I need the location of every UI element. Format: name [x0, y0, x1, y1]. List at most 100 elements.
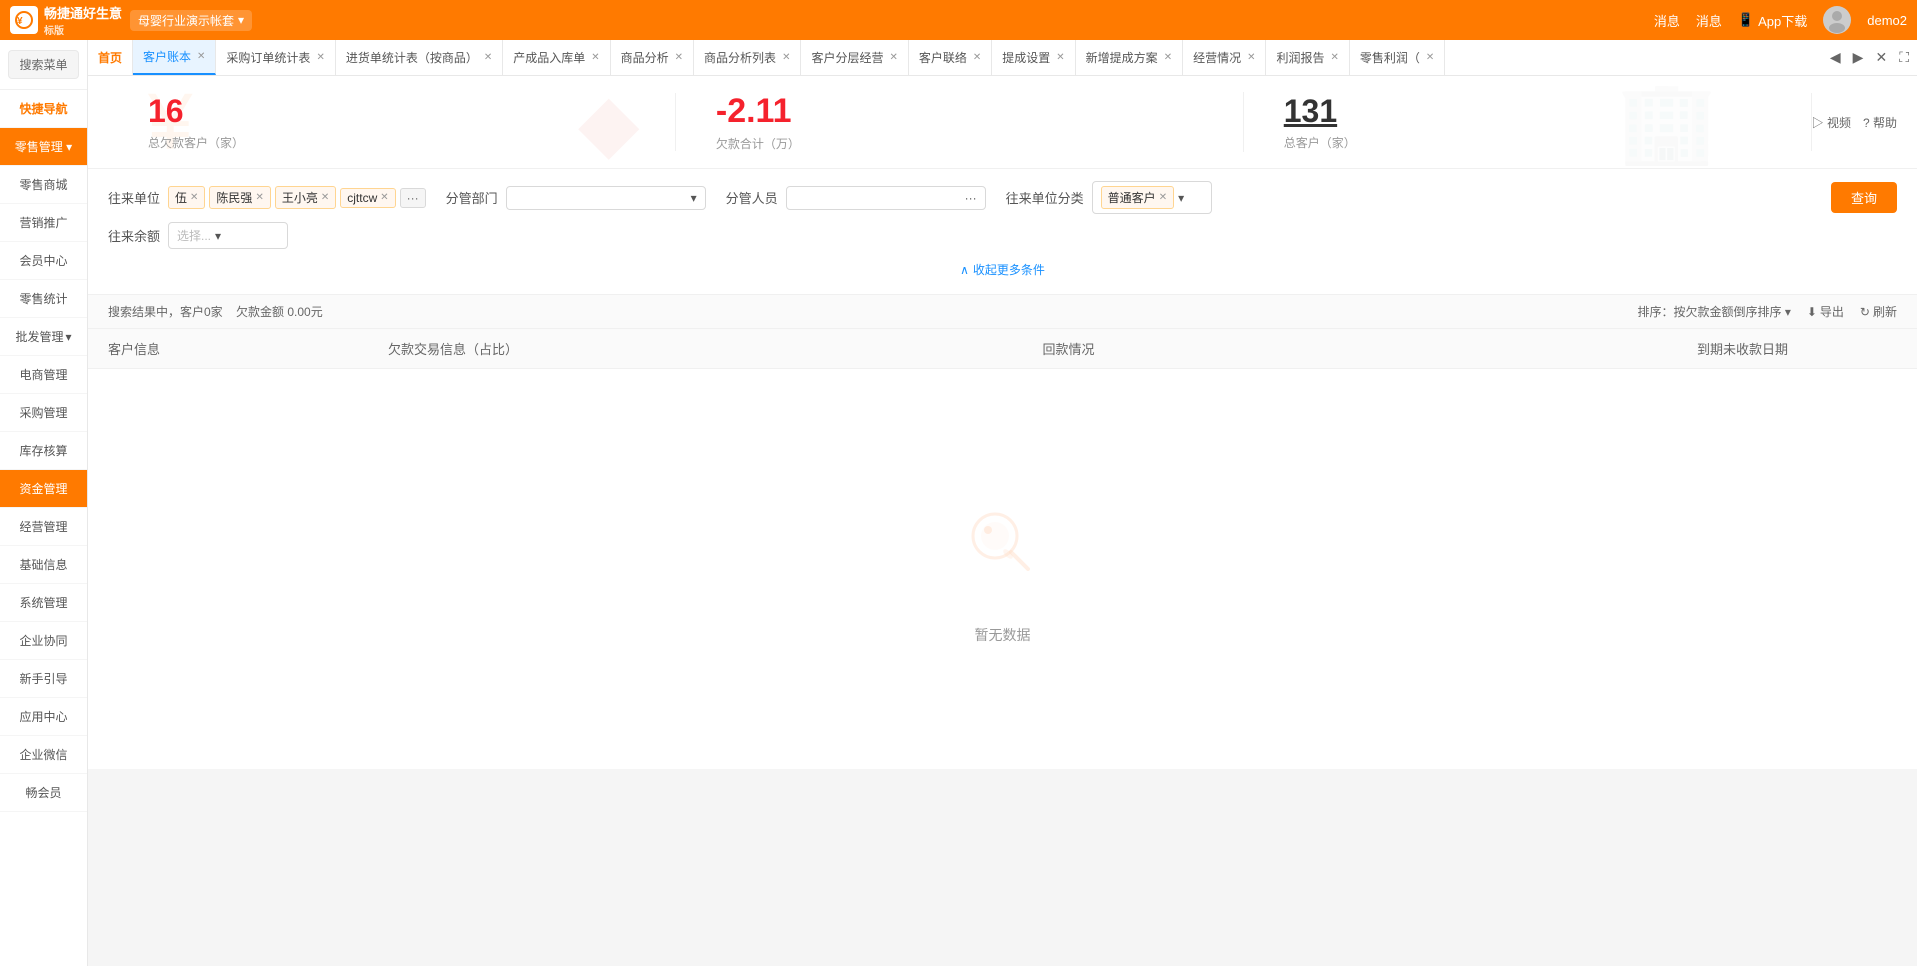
account-selector[interactable]: 母婴行业演示帐套 ▾ [130, 10, 252, 31]
sidebar-item-member[interactable]: 会员中心 [0, 242, 87, 280]
remove-tag-cjttcw[interactable]: ✕ [380, 192, 388, 203]
sidebar-item-operations[interactable]: 经营管理 [0, 508, 87, 546]
tab-expand-btn[interactable]: ⛶ [1895, 47, 1913, 68]
tab-stock-stats[interactable]: 进货单统计表（按商品） ✕ [336, 40, 503, 75]
tab-close-improve[interactable]: ✕ [1056, 52, 1064, 63]
tab-goods-analysis-list[interactable]: 商品分析列表 ✕ [694, 40, 801, 75]
unit-tag-wu: 伍 ✕ [168, 186, 205, 209]
stat-customers-count: 16 [148, 93, 244, 130]
tab-close-accounts[interactable]: ✕ [197, 51, 205, 62]
query-button[interactable]: 查询 [1831, 182, 1897, 213]
sidebar-item-finance[interactable]: 资金管理 [0, 470, 87, 508]
messages-label[interactable]: 消息 [1696, 11, 1722, 30]
result-bar: 搜索结果中，客户0家 欠款金额 0.00元 排序：按欠款金额倒序排序 ▾ ⬇ 导… [88, 295, 1917, 329]
tab-next-btn[interactable]: ▶ [1849, 47, 1868, 68]
tab-profit-report[interactable]: 利润报告 ✕ [1266, 40, 1349, 75]
person-select[interactable]: ··· [786, 186, 986, 210]
tab-close-stock[interactable]: ✕ [484, 52, 492, 63]
remove-tag-wu[interactable]: ✕ [190, 192, 198, 203]
sidebar-item-app-center[interactable]: 应用中心 [0, 698, 87, 736]
col-header-debt: 欠款交易信息（占比） [388, 339, 1043, 358]
unit-class-tag-normal: 普通客户 ✕ [1101, 186, 1174, 209]
empty-state: 暂无数据 [913, 454, 1093, 685]
sidebar-search-area: 搜索菜单 [0, 40, 87, 90]
tab-close-cost[interactable]: ✕ [591, 52, 599, 63]
sidebar-item-inventory[interactable]: 库存核算 [0, 432, 87, 470]
tab-close-business[interactable]: ✕ [1247, 52, 1255, 63]
tab-business-status[interactable]: 经营情况 ✕ [1183, 40, 1266, 75]
remove-tag-normal[interactable]: ✕ [1159, 192, 1167, 203]
sidebar-item-wholesale[interactable]: 批发管理 ▾ [0, 318, 87, 356]
tab-retail-profit[interactable]: 零售利润（ ✕ [1350, 40, 1445, 75]
tab-close-purchase[interactable]: ✕ [316, 52, 324, 63]
tab-close-retail-profit[interactable]: ✕ [1426, 52, 1434, 63]
sidebar-item-retail[interactable]: 零售管理 ▾ [0, 128, 87, 166]
tab-close-profit[interactable]: ✕ [1331, 52, 1339, 63]
sidebar-item-basic-info[interactable]: 基础信息 [0, 546, 87, 584]
sidebar-item-system[interactable]: 系统管理 [0, 584, 87, 622]
stat-debt-label: 欠款合计（万） [716, 135, 800, 152]
tab-accounts[interactable]: 客户账本 ✕ [133, 40, 216, 75]
tab-close-connect[interactable]: ✕ [973, 52, 981, 63]
refresh-btn[interactable]: ↻ 刷新 [1860, 303, 1897, 320]
app-download-btn[interactable]: 📱 App下载 [1738, 11, 1807, 30]
remove-tag-wang[interactable]: ✕ [321, 192, 329, 203]
table-body: 暂无数据 [88, 369, 1917, 769]
sort-arrow[interactable]: ▾ [1785, 305, 1791, 319]
sidebar-item-ecommerce[interactable]: 电商管理 [0, 356, 87, 394]
balance-input[interactable]: 选择... ▾ [168, 222, 288, 249]
sidebar-item-marketing[interactable]: 营销推广 [0, 204, 87, 242]
filter-row-1: 往来单位 伍 ✕ 陈民强 ✕ 王小亮 ✕ [108, 181, 1897, 214]
sidebar-item-quick-nav[interactable]: 快捷导航 [0, 90, 87, 128]
unit-tag-more[interactable]: ··· [400, 188, 426, 208]
data-table: 客户信息 欠款交易信息（占比） 回款情况 到期未收款日期 [88, 329, 1917, 769]
video-btn[interactable]: ▷ 视频 [1812, 114, 1851, 131]
stats-actions: ▷ 视频 ? 帮助 [1812, 114, 1897, 131]
sidebar-item-retail-stats[interactable]: 零售统计 [0, 280, 87, 318]
stats-bar: ¥ ◆ 🏢 16 总欠款客户（家） -2.11 欠款合计（万） [88, 76, 1917, 169]
unit-tag-chen: 陈民强 ✕ [209, 186, 270, 209]
search-menu-btn[interactable]: 搜索菜单 [8, 50, 79, 79]
tab-bar: 首页 客户账本 ✕ 采购订单统计表 ✕ 进货单统计表（按商品） ✕ 产成品入库单… [88, 40, 1917, 76]
unit-class-arrow: ▾ [1178, 191, 1184, 205]
tab-close-goods[interactable]: ✕ [675, 52, 683, 63]
tab-close-goods-list[interactable]: ✕ [782, 52, 790, 63]
tab-customer-tier[interactable]: 客户分层经营 ✕ [801, 40, 908, 75]
tab-purchase-order[interactable]: 采购订单统计表 ✕ [216, 40, 335, 75]
tab-new-improve[interactable]: 新增提成方案 ✕ [1076, 40, 1183, 75]
top-bar-left: ¥ 畅捷通好生意 标版 母婴行业演示帐套 ▾ [10, 3, 252, 37]
sidebar-item-wechat[interactable]: 企业微信 [0, 736, 87, 774]
tab-prev-btn[interactable]: ◀ [1826, 47, 1845, 68]
sidebar-item-retail-mall[interactable]: 零售商城 [0, 166, 87, 204]
remove-tag-chen[interactable]: ✕ [255, 192, 263, 203]
tab-nav-buttons: ◀ ▶ ✕ ⛶ [1822, 47, 1917, 68]
search-result-text: 搜索结果中，客户0家 [108, 305, 223, 319]
tab-customer-connect[interactable]: 客户联络 ✕ [909, 40, 992, 75]
export-btn[interactable]: ⬇ 导出 [1807, 303, 1844, 320]
sidebar-item-enterprise[interactable]: 企业协同 [0, 622, 87, 660]
tab-goods-analysis[interactable]: 商品分析 ✕ [611, 40, 694, 75]
username-label[interactable]: demo2 [1867, 13, 1907, 28]
filter-row-2: 往来余额 选择... ▾ [108, 222, 1897, 249]
tab-close-all-btn[interactable]: ✕ [1871, 47, 1891, 68]
tab-close-new-improve[interactable]: ✕ [1164, 52, 1172, 63]
balance-filter-label: 往来余额 [108, 226, 160, 245]
tab-home[interactable]: 首页 [88, 40, 133, 75]
collapse-btn[interactable]: ∧ 收起更多条件 [960, 261, 1045, 278]
dept-filter-label: 分管部门 [446, 188, 498, 207]
tab-close-tier[interactable]: ✕ [889, 52, 897, 63]
sidebar-item-vip[interactable]: 畅会员 [0, 774, 87, 812]
dept-select[interactable]: ▾ [506, 186, 706, 210]
main-layout: 搜索菜单 快捷导航 零售管理 ▾ 零售商城 营销推广 会员中心 零售统计 批发管… [0, 40, 1917, 966]
tab-improve-settings[interactable]: 提成设置 ✕ [992, 40, 1075, 75]
sort-label: 排序：按欠款金额倒序排序 ▾ [1637, 303, 1790, 320]
tab-cost-in[interactable]: 产成品入库单 ✕ [503, 40, 610, 75]
export-icon: ⬇ [1807, 305, 1817, 319]
messages-btn[interactable]: 消息 [1654, 11, 1680, 30]
content-area: 首页 客户账本 ✕ 采购订单统计表 ✕ 进货单统计表（按商品） ✕ 产成品入库单… [88, 40, 1917, 966]
sidebar-item-purchase[interactable]: 采购管理 [0, 394, 87, 432]
unit-class-select[interactable]: 普通客户 ✕ ▾ [1092, 181, 1212, 214]
help-btn[interactable]: ? 帮助 [1863, 114, 1897, 131]
sidebar-item-new-guide[interactable]: 新手引导 [0, 660, 87, 698]
page-content: ¥ ◆ 🏢 16 总欠款客户（家） -2.11 欠款合计（万） [88, 76, 1917, 966]
